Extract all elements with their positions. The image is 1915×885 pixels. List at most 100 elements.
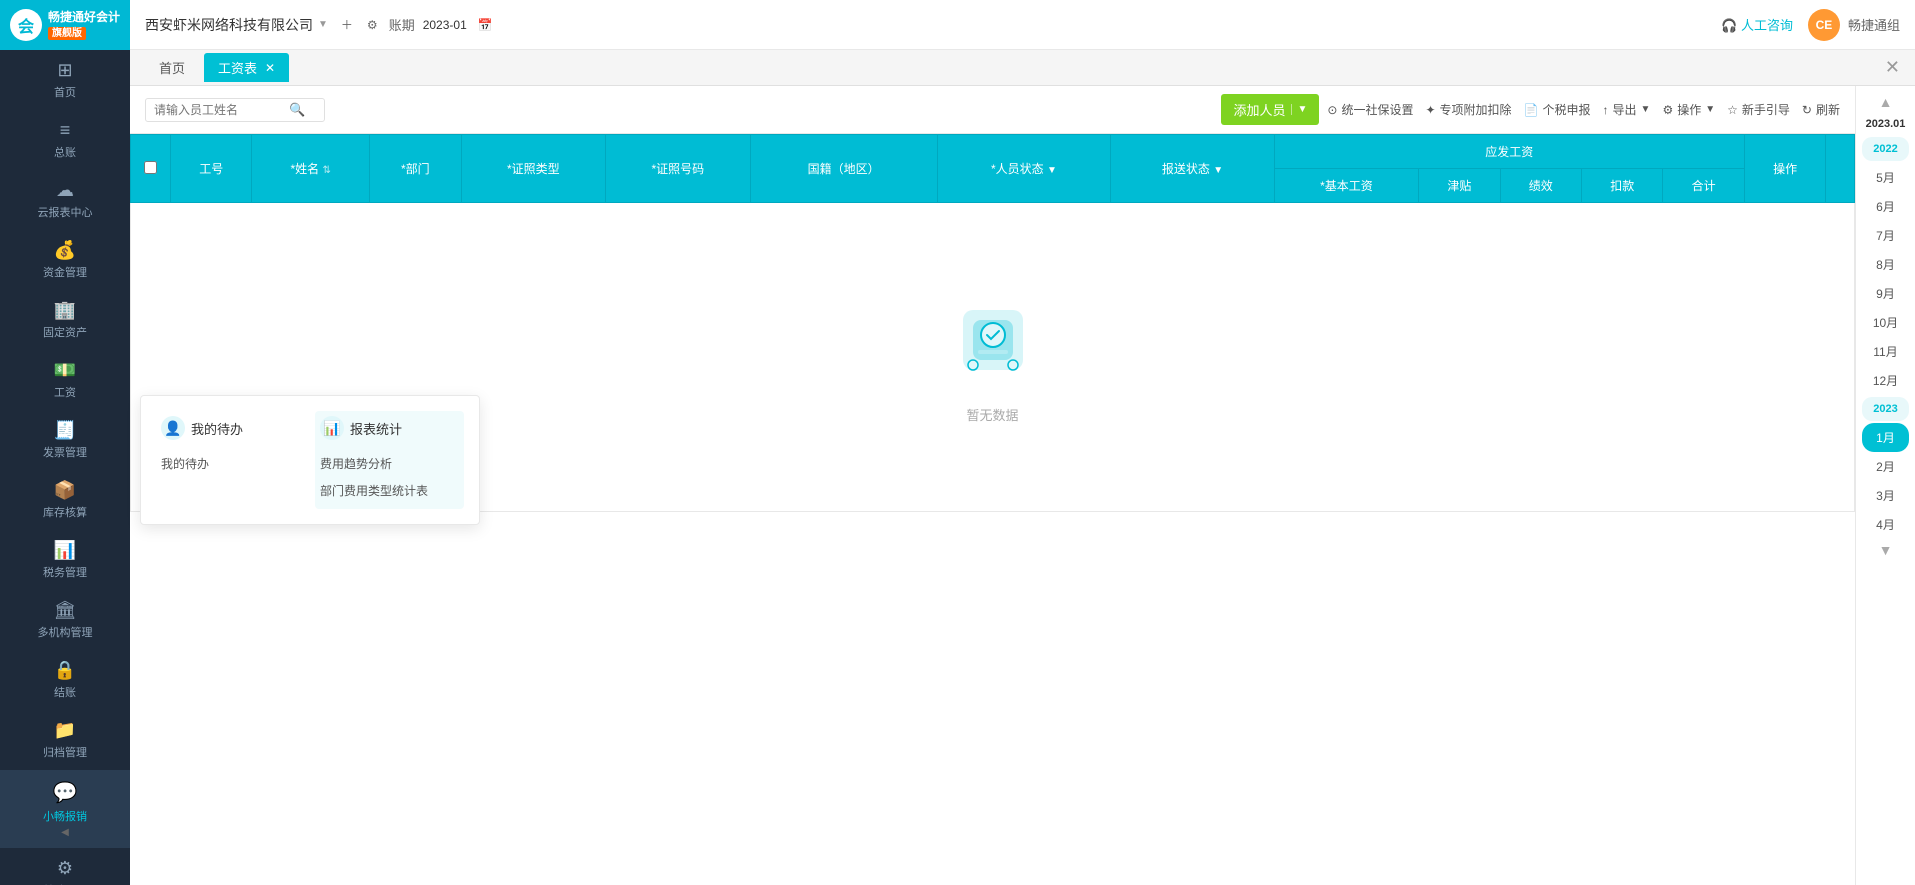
header-tools: ＋ ⚙ 账期 2023-01 📅	[338, 13, 496, 36]
th-number: 工号	[171, 135, 252, 203]
customer-service-button[interactable]: 🎧 人工咨询	[1721, 15, 1793, 34]
sidebar-item-inventory[interactable]: 📦 库存核算	[0, 470, 130, 530]
add-company-button[interactable]: ＋	[338, 13, 356, 36]
sidebar-item-ledger[interactable]: ≡ 总账	[0, 110, 130, 170]
add-person-button[interactable]: 添加人员 ▼	[1221, 94, 1319, 125]
sidebar-item-home[interactable]: ⊞ 首页	[0, 50, 130, 110]
period-value: 2023-01	[423, 18, 467, 32]
app-edition: 旗舰版	[48, 25, 120, 40]
sidebar-item-invoice-label: 发票管理	[43, 444, 87, 460]
social-security-action[interactable]: ⊙ 统一社保设置	[1327, 101, 1413, 118]
report-filter-icon[interactable]: ▼	[1213, 165, 1223, 176]
th-checkbox[interactable]	[131, 135, 171, 203]
popup-report-title: 📊 报表统计	[320, 416, 459, 440]
select-all-checkbox[interactable]	[144, 161, 157, 174]
month-2022-12[interactable]: 12月	[1856, 366, 1915, 395]
social-security-label: 统一社保设置	[1341, 101, 1413, 118]
month-2023-2[interactable]: 2月	[1856, 452, 1915, 481]
report-icon: 📊	[320, 416, 344, 440]
status-filter-icon[interactable]: ▼	[1047, 165, 1057, 176]
year-2022-label: 2022	[1862, 137, 1909, 161]
cloud-icon: ☁	[56, 180, 74, 201]
sidebar-nav: ⊞ 首页 ≡ 总账 ☁ 云报表中心 💰 资金管理 🏢 固定资产 💵 工资 🧾 发…	[0, 50, 130, 885]
popup-section-report: 📊 报表统计 费用趋势分析 部门费用类型统计表	[315, 411, 464, 509]
month-2023-3[interactable]: 3月	[1856, 481, 1915, 510]
salary-icon: 💵	[54, 360, 76, 381]
search-icon[interactable]: 🔍	[289, 102, 305, 118]
new-guide-action[interactable]: ☆ 新手引导	[1727, 101, 1790, 118]
sidebar-item-multi-org[interactable]: 🏛 多机构管理	[0, 590, 130, 650]
sidebar-item-xiaochang[interactable]: 💬 小畅报销 ◀	[0, 770, 130, 848]
month-2022-8[interactable]: 8月	[1856, 250, 1915, 279]
th-cert-type: *证照类型	[461, 135, 605, 203]
invoice-icon: 🧾	[54, 420, 76, 441]
company-name: 西安虾米网络科技有限公司	[145, 15, 313, 35]
search-input[interactable]	[154, 103, 284, 117]
settings-icon[interactable]: ⚙	[364, 15, 381, 35]
month-next-button[interactable]: ▼	[1876, 539, 1896, 561]
th-actions	[1826, 135, 1855, 203]
guide-icon: ☆	[1727, 103, 1738, 117]
tax-filing-action[interactable]: 📄 个税申报	[1524, 101, 1591, 118]
company-selector[interactable]: 西安虾米网络科技有限公司 ▼	[145, 15, 328, 35]
th-base-salary: *基本工资	[1274, 169, 1418, 203]
special-deduction-action[interactable]: ✦ 专项附加扣除	[1425, 101, 1511, 118]
multi-org-icon: 🏛	[54, 600, 77, 621]
sidebar-item-inventory-label: 库存核算	[43, 504, 87, 520]
month-2022-6[interactable]: 6月	[1856, 192, 1915, 221]
sidebar-item-multi-org-label: 多机构管理	[38, 624, 93, 640]
sidebar-item-home-label: 首页	[54, 84, 76, 100]
tab-close-button[interactable]: ✕	[265, 61, 275, 75]
tax-icon: 📊	[54, 540, 76, 561]
th-name: *姓名 ⇅	[252, 135, 370, 203]
th-cert-no: *证照号码	[606, 135, 750, 203]
sidebar-item-basic-settings[interactable]: ⚙ 基础设置	[0, 848, 130, 885]
th-bonus: 绩效	[1500, 169, 1581, 203]
calendar-icon[interactable]: 📅	[475, 15, 496, 35]
sidebar-item-ledger-label: 总账	[54, 144, 76, 160]
month-2022-7[interactable]: 7月	[1856, 221, 1915, 250]
month-2023-4[interactable]: 4月	[1856, 510, 1915, 539]
sidebar-item-salary-label: 工资	[54, 384, 76, 400]
sidebar-item-invoice[interactable]: 🧾 发票管理	[0, 410, 130, 470]
popup-item-expense-trend[interactable]: 费用趋势分析	[320, 450, 459, 477]
sidebar-item-salary[interactable]: 💵 工资	[0, 350, 130, 410]
ledger-icon: ≡	[60, 120, 71, 141]
fund-icon: 💰	[54, 240, 76, 261]
month-2022-11[interactable]: 11月	[1856, 337, 1915, 366]
th-dept: *部门	[369, 135, 461, 203]
sidebar-item-cloud-report[interactable]: ☁ 云报表中心	[0, 170, 130, 230]
sidebar-item-cloud-label: 云报表中心	[38, 204, 93, 220]
tab-close-global[interactable]: ✕	[1885, 57, 1900, 78]
sidebar-item-fixed-assets[interactable]: 🏢 固定资产	[0, 290, 130, 350]
inventory-icon: 📦	[54, 480, 76, 501]
popup-todo-title: 👤 我的待办	[161, 416, 300, 440]
sidebar-item-fund[interactable]: 💰 资金管理	[0, 230, 130, 290]
popup-item-my-todo[interactable]: 我的待办	[161, 450, 300, 477]
operations-action[interactable]: ⚙ 操作 ▼	[1662, 101, 1715, 118]
todo-icon: 👤	[161, 416, 185, 440]
guide-label: 新手引导	[1742, 101, 1790, 118]
month-2023-1[interactable]: 1月	[1862, 423, 1909, 452]
sort-icon[interactable]: ⇅	[323, 165, 331, 176]
th-salary-group: 应发工资	[1274, 135, 1744, 169]
app-name: 畅捷通好会计	[48, 10, 120, 24]
th-allowance: 津贴	[1419, 169, 1500, 203]
refresh-action[interactable]: ↻ 刷新	[1802, 101, 1840, 118]
tab-salary-table[interactable]: 工资表 ✕	[204, 53, 289, 82]
month-2022-9[interactable]: 9月	[1856, 279, 1915, 308]
sidebar-item-closing[interactable]: 🔒 结账	[0, 650, 130, 710]
company-dropdown-arrow: ▼	[318, 19, 328, 30]
operations-icon: ⚙	[1662, 103, 1673, 117]
sidebar: 会 畅捷通好会计 旗舰版 ⊞ 首页 ≡ 总账 ☁ 云报表中心 💰 资金管理 🏢 …	[0, 0, 130, 885]
tab-home[interactable]: 首页	[145, 53, 199, 82]
sidebar-item-tax[interactable]: 📊 税务管理	[0, 530, 130, 590]
month-2022-5[interactable]: 5月	[1856, 163, 1915, 192]
month-prev-button[interactable]: ▲	[1876, 91, 1896, 113]
popup-section-todo: 👤 我的待办 我的待办	[156, 411, 305, 509]
export-action[interactable]: ↑ 导出 ▼	[1603, 101, 1651, 118]
month-2022-10[interactable]: 10月	[1856, 308, 1915, 337]
popup-item-dept-expense[interactable]: 部门费用类型统计表	[320, 477, 459, 504]
empty-text: 暂无数据	[966, 405, 1018, 424]
sidebar-item-archive[interactable]: 📁 归档管理	[0, 710, 130, 770]
